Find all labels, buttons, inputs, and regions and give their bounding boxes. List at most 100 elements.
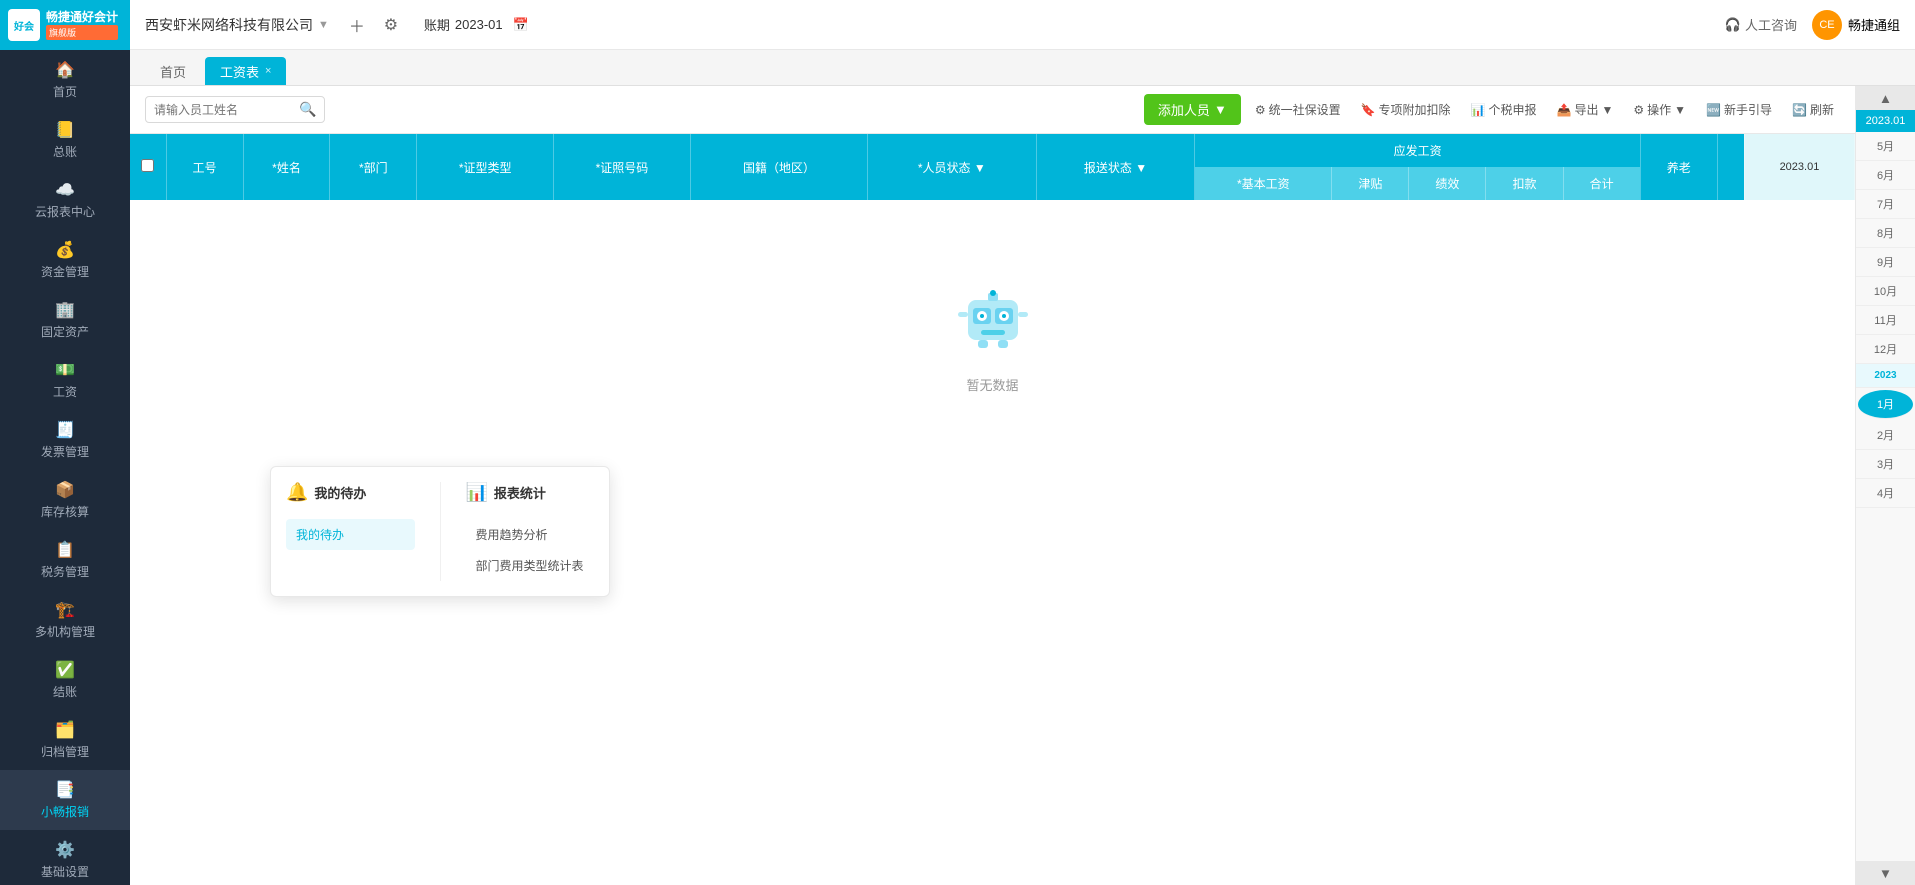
avatar: CE <box>1812 10 1842 40</box>
service-button[interactable]: 🎧 人工咨询 <box>1725 15 1797 34</box>
social-security-icon: ⚙ <box>1255 103 1266 117</box>
empty-robot-illustration <box>953 280 1033 363</box>
logo-badge: 旗舰版 <box>46 25 118 40</box>
special-deduct-action[interactable]: 🔖 专项附加扣除 <box>1355 97 1457 122</box>
sidebar-item-multi-org[interactable]: 🏗️ 多机构管理 <box>0 590 130 650</box>
todo-section-icon: 🔔 <box>286 482 308 503</box>
guide-icon: 🆕 <box>1706 103 1721 117</box>
checkout-icon: ✅ <box>55 660 75 680</box>
income-tax-label: 个税申报 <box>1489 101 1537 118</box>
invoice-icon: 🧾 <box>55 420 75 440</box>
todo-title-label: 我的待办 <box>314 483 366 502</box>
col-deduction-header: 扣款 <box>1486 167 1563 200</box>
user-info[interactable]: CE 畅捷通组 <box>1812 10 1900 40</box>
assets-icon: 🏢 <box>55 300 75 320</box>
sidebar-item-ledger[interactable]: 📒 总账 <box>0 110 130 170</box>
sidebar-item-fund[interactable]: 💰 资金管理 <box>0 230 130 290</box>
expense-trend-label: 费用趋势分析 <box>476 528 548 542</box>
period-value: 2023-01 <box>455 17 503 32</box>
cal-month-10[interactable]: 10月 <box>1856 277 1915 306</box>
dropdown-divider <box>440 482 441 581</box>
dropdown-item-my-todo[interactable]: 我的待办 <box>286 519 415 550</box>
export-action[interactable]: 📤 导出 ▼ <box>1551 97 1620 122</box>
operate-icon: ⚙ <box>1633 103 1644 117</box>
period-label: 账期 <box>424 15 450 34</box>
col-send-filter-icon[interactable]: ▼ <box>1135 161 1147 175</box>
archive-icon: 🗂️ <box>55 720 75 740</box>
sidebar-item-tax[interactable]: 📋 税务管理 <box>0 530 130 590</box>
guide-action[interactable]: 🆕 新手引导 <box>1700 97 1778 122</box>
sidebar-label-salary: 工资 <box>53 383 77 400</box>
cal-month-11[interactable]: 11月 <box>1856 306 1915 335</box>
cal-month-2[interactable]: 2月 <box>1856 421 1915 450</box>
basic-icon: ⚙️ <box>55 840 75 860</box>
cal-month-7[interactable]: 7月 <box>1856 190 1915 219</box>
sidebar-label-tax: 税务管理 <box>41 563 89 580</box>
service-icon: 🎧 <box>1725 17 1741 33</box>
dropdown-col-todo: 🔔 我的待办 我的待办 <box>286 482 415 581</box>
sidebar-item-inventory[interactable]: 📦 库存核算 <box>0 470 130 530</box>
col-deduct-header: 养老 <box>1640 134 1717 200</box>
cal-month-1[interactable]: 1月 <box>1858 390 1913 419</box>
col-status-filter-icon[interactable]: ▼ <box>974 161 986 175</box>
add-person-arrow-icon: ▼ <box>1214 102 1227 117</box>
cal-month-4[interactable]: 4月 <box>1856 479 1915 508</box>
cal-month-6[interactable]: 6月 <box>1856 161 1915 190</box>
add-company-button[interactable]: ＋ <box>344 12 370 38</box>
operate-action[interactable]: ⚙ 操作 ▼ <box>1627 97 1692 122</box>
company-selector[interactable]: 西安虾米网络科技有限公司 ▼ <box>145 15 329 35</box>
sidebar-item-invoice[interactable]: 🧾 发票管理 <box>0 410 130 470</box>
col-dept-header: *部门 <box>330 134 417 200</box>
calendar-scroll-up[interactable]: ▲ <box>1856 86 1915 110</box>
dropdown-report-title: 📊 报表统计 <box>466 482 595 509</box>
dropdown-item-dept-expense[interactable]: 部门费用类型统计表 <box>466 550 595 581</box>
col-period-header: 2023.01 <box>1744 134 1854 200</box>
guide-label: 新手引导 <box>1724 101 1772 118</box>
income-tax-action[interactable]: 📊 个税申报 <box>1465 97 1543 122</box>
tab-salary-sheet[interactable]: 工资表 × <box>205 57 286 85</box>
cal-month-5[interactable]: 5月 <box>1856 132 1915 161</box>
topbar-quick-actions: ＋ ⚙ <box>344 12 404 38</box>
sidebar-item-checkout[interactable]: ✅ 结账 <box>0 650 130 710</box>
sidebar-item-cloud-report[interactable]: ☁️ 云报表中心 <box>0 170 130 230</box>
refresh-action[interactable]: 🔄 刷新 <box>1786 97 1840 122</box>
sidebar-item-home[interactable]: 🏠 首页 <box>0 50 130 110</box>
search-box[interactable]: 🔍 <box>145 96 325 123</box>
empty-state: 暂无数据 <box>130 200 1855 474</box>
sidebar-item-assets[interactable]: 🏢 固定资产 <box>0 290 130 350</box>
col-op-header <box>1717 134 1744 200</box>
tab-close-icon[interactable]: × <box>265 65 271 77</box>
home-icon: 🏠 <box>55 60 75 80</box>
dropdown-item-expense-trend[interactable]: 费用趋势分析 <box>466 519 595 550</box>
export-icon: 📤 <box>1557 103 1572 117</box>
social-security-label: 统一社保设置 <box>1269 101 1341 118</box>
service-label: 人工咨询 <box>1745 15 1797 34</box>
search-input[interactable] <box>154 103 294 117</box>
sidebar-item-expense[interactable]: 📑 小畅报销 <box>0 770 130 830</box>
cal-month-9[interactable]: 9月 <box>1856 248 1915 277</box>
cal-month-3[interactable]: 3月 <box>1856 450 1915 479</box>
calendar-scroll-down[interactable]: ▼ <box>1856 861 1915 885</box>
sidebar-label-basic: 基础设置 <box>41 863 89 880</box>
user-name: 畅捷通组 <box>1848 15 1900 34</box>
tab-salary-label: 工资表 <box>220 62 259 81</box>
right-calendar: ▲ 2023.01 5月 6月 7月 8月 9月 10月 11月 12月 202… <box>1855 86 1915 885</box>
col-status-header: *人员状态 ▼ <box>868 134 1037 200</box>
calendar-title: 2023.01 <box>1856 110 1915 132</box>
export-arrow-icon: ▼ <box>1602 103 1614 117</box>
calendar-icon-button[interactable]: 📅 <box>508 12 534 38</box>
sidebar-item-archive[interactable]: 🗂️ 归档管理 <box>0 710 130 770</box>
tab-home[interactable]: 首页 <box>145 57 201 85</box>
cal-month-12[interactable]: 12月 <box>1856 335 1915 364</box>
settings-button[interactable]: ⚙ <box>378 12 404 38</box>
social-security-action[interactable]: ⚙ 统一社保设置 <box>1249 97 1347 122</box>
col-num-header: 工号 <box>166 134 243 200</box>
company-dropdown-icon: ▼ <box>318 19 329 31</box>
sidebar-item-salary[interactable]: 💵 工资 <box>0 350 130 410</box>
sidebar-item-basic[interactable]: ⚙️ 基础设置 <box>0 830 130 885</box>
select-all-checkbox[interactable] <box>141 159 154 172</box>
cal-month-8[interactable]: 8月 <box>1856 219 1915 248</box>
col-salary-group-header: 应发工资 <box>1195 134 1640 167</box>
expense-icon: 📑 <box>55 780 75 800</box>
add-person-button[interactable]: 添加人员 ▼ <box>1144 94 1241 125</box>
